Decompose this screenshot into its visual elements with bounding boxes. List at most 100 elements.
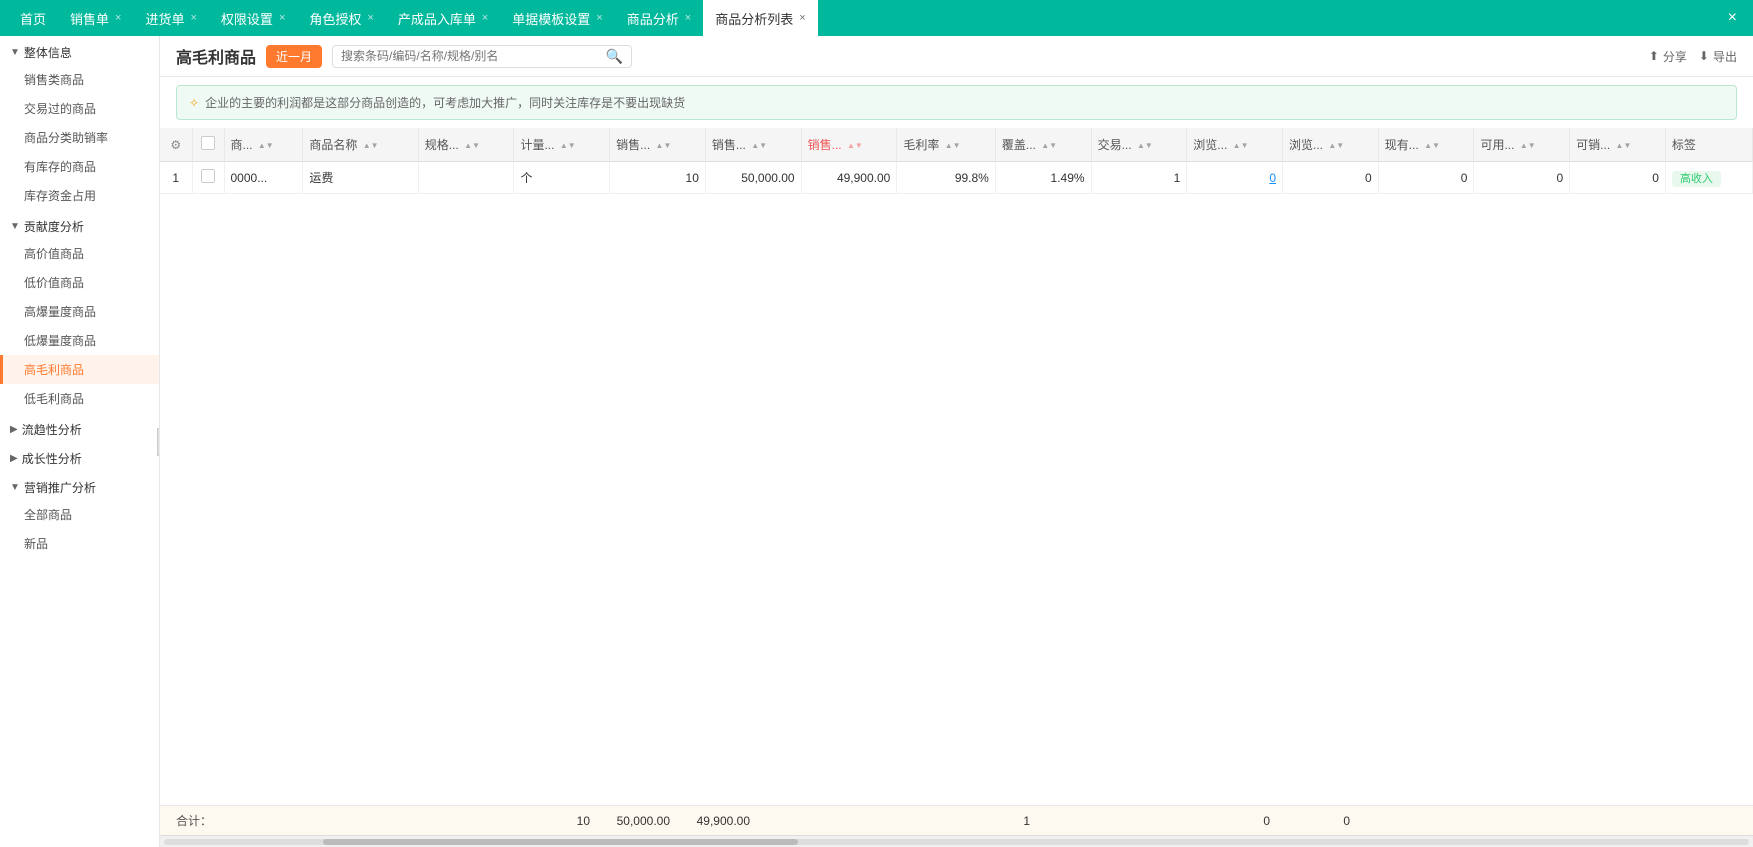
th-settings[interactable]: ⚙ (160, 128, 192, 162)
sort-icon-10[interactable]: ▲▼ (1137, 141, 1153, 150)
th-current-stock[interactable]: 现有... ▲▼ (1378, 128, 1474, 162)
header-actions: ⬆ 分享 ⬇ 导出 (1649, 48, 1737, 65)
nav-analysis-list[interactable]: 商品分析列表 × (703, 0, 817, 36)
search-input[interactable] (341, 49, 606, 63)
th-trade[interactable]: 交易... ▲▼ (1091, 128, 1187, 162)
sort-icon-5[interactable]: ▲▼ (656, 141, 672, 150)
nav-production[interactable]: 产成品入库单 × (386, 0, 500, 36)
nav-role-close[interactable]: × (367, 12, 373, 24)
sidebar-item-sales-goods[interactable]: 销售类商品 (0, 65, 159, 94)
sidebar-group-growth[interactable]: ▶ 成长性分析 (0, 442, 159, 471)
sort-icon-6[interactable]: ▲▼ (751, 141, 767, 150)
scrollbar-thumb[interactable] (323, 839, 799, 845)
td-sales-profit: 49,900.00 (801, 162, 897, 194)
chevron-down-icon: ▼ (10, 47, 20, 58)
td-tag: 高收入 (1665, 162, 1752, 194)
nav-sales-close[interactable]: × (115, 12, 121, 24)
th-browse2[interactable]: 浏览... ▲▼ (1283, 128, 1379, 162)
top-navbar: 首页 销售单 × 进货单 × 权限设置 × 角色授权 × 产成品入库单 × 单据… (0, 0, 1753, 36)
th-name[interactable]: 商品名称 ▲▼ (303, 128, 418, 162)
sidebar-item-traded-goods[interactable]: 交易过的商品 (0, 94, 159, 123)
th-unit[interactable]: 计量... ▲▼ (514, 128, 610, 162)
export-icon: ⬇ (1699, 49, 1709, 63)
nav-analysis-close[interactable]: × (685, 12, 691, 24)
sidebar-group-marketing[interactable]: ▼ 营销推广分析 (0, 471, 159, 500)
settings-icon[interactable]: ⚙ (170, 138, 181, 152)
nav-permission[interactable]: 权限设置 × (209, 0, 297, 36)
sort-icon-8[interactable]: ▲▼ (945, 141, 961, 150)
sidebar-item-stocked-goods[interactable]: 有库存的商品 (0, 152, 159, 181)
th-sales-profit[interactable]: 销售... ▲▼ (801, 128, 897, 162)
sidebar-item-stock-capital[interactable]: 库存资金占用 (0, 181, 159, 210)
td-browse1[interactable]: 0 (1187, 162, 1283, 194)
sort-icon-7[interactable]: ▲▼ (847, 141, 863, 150)
window-close-button[interactable]: × (1720, 9, 1745, 27)
th-sales-amount[interactable]: 销售... ▲▼ (705, 128, 801, 162)
sort-icon-14[interactable]: ▲▼ (1520, 141, 1536, 150)
filter-recent-month-button[interactable]: 近一月 (266, 45, 322, 68)
search-box: 🔍 (332, 45, 632, 68)
browse1-link[interactable]: 0 (1269, 171, 1276, 185)
nav-role[interactable]: 角色授权 × (297, 0, 385, 36)
sidebar-item-low-margin[interactable]: 低毛利商品 (0, 384, 159, 413)
td-checkbox[interactable] (192, 162, 224, 194)
sidebar-item-high-value[interactable]: 高价值商品 (0, 239, 159, 268)
nav-purchase[interactable]: 进货单 × (133, 0, 208, 36)
td-gross-rate: 99.8% (897, 162, 996, 194)
th-gross-rate[interactable]: 毛利率 ▲▼ (897, 128, 996, 162)
chevron-down-icon-3: ▼ (10, 482, 20, 493)
sort-icon-4[interactable]: ▲▼ (560, 141, 576, 150)
sidebar-item-low-explosion[interactable]: 低爆量度商品 (0, 326, 159, 355)
th-code[interactable]: 商... ▲▼ (224, 128, 303, 162)
sidebar-item-high-margin[interactable]: 高毛利商品 (0, 355, 159, 384)
scrollbar-track[interactable] (164, 839, 1749, 845)
nav-purchase-close[interactable]: × (190, 12, 196, 24)
th-browse1[interactable]: 浏览... ▲▼ (1187, 128, 1283, 162)
sidebar-group-overall[interactable]: ▼ 整体信息 (0, 36, 159, 65)
footer-cells: 10 50,000.00 49,900.00 1 0 0 (236, 814, 1737, 828)
th-spec[interactable]: 规格... ▲▼ (418, 128, 514, 162)
sort-icon-11[interactable]: ▲▼ (1233, 141, 1249, 150)
sidebar-item-all-goods[interactable]: 全部商品 (0, 500, 159, 529)
nav-sales[interactable]: 销售单 × (58, 0, 133, 36)
sidebar-group-trend[interactable]: ▶ 流趋性分析 (0, 413, 159, 442)
nav-analysis[interactable]: 商品分析 × (615, 0, 703, 36)
sidebar-item-category-rate[interactable]: 商品分类助销率 (0, 123, 159, 152)
sidebar-group-contribution[interactable]: ▼ 贡献度分析 (0, 210, 159, 239)
horizontal-scrollbar[interactable] (160, 835, 1753, 847)
sidebar-item-high-explosion[interactable]: 高爆量度商品 (0, 297, 159, 326)
footer-sales-profit: 49,900.00 (676, 814, 756, 828)
content-header: 高毛利商品 近一月 🔍 ⬆ 分享 ⬇ 导出 (160, 36, 1753, 77)
sidebar-item-new-goods[interactable]: 新品 (0, 529, 159, 558)
row-checkbox[interactable] (201, 169, 215, 183)
nav-permission-close[interactable]: × (279, 12, 285, 24)
table-header-row: ⚙ 商... ▲▼ 商品名称 ▲▼ (160, 128, 1753, 162)
search-icon[interactable]: 🔍 (606, 48, 623, 65)
sidebar-collapse-button[interactable]: « (157, 428, 160, 456)
share-button[interactable]: ⬆ 分享 (1649, 48, 1687, 65)
sort-icon-12[interactable]: ▲▼ (1328, 141, 1344, 150)
th-tag[interactable]: 标签 (1665, 128, 1752, 162)
export-button[interactable]: ⬇ 导出 (1699, 48, 1737, 65)
sort-icon[interactable]: ▲▼ (258, 141, 274, 150)
table-wrapper[interactable]: ⚙ 商... ▲▼ 商品名称 ▲▼ (160, 128, 1753, 805)
footer-sales-amount: 50,000.00 (596, 814, 676, 828)
nav-analysis-list-close[interactable]: × (799, 12, 805, 24)
nav-production-close[interactable]: × (482, 12, 488, 24)
th-coverage[interactable]: 覆盖... ▲▼ (995, 128, 1091, 162)
th-check[interactable] (192, 128, 224, 162)
sort-icon-13[interactable]: ▲▼ (1424, 141, 1440, 150)
sort-icon-2[interactable]: ▲▼ (363, 141, 379, 150)
sort-icon-9[interactable]: ▲▼ (1041, 141, 1057, 150)
nav-template[interactable]: 单据模板设置 × (500, 0, 614, 36)
th-saleable[interactable]: 可销... ▲▼ (1570, 128, 1666, 162)
select-all-checkbox[interactable] (201, 136, 215, 150)
sort-icon-15[interactable]: ▲▼ (1616, 141, 1632, 150)
th-available[interactable]: 可用... ▲▼ (1474, 128, 1570, 162)
th-sales-qty[interactable]: 销售... ▲▼ (610, 128, 706, 162)
nav-home[interactable]: 首页 (8, 0, 58, 36)
chevron-down-icon-2: ▼ (10, 221, 20, 232)
nav-template-close[interactable]: × (596, 12, 602, 24)
sort-icon-3[interactable]: ▲▼ (464, 141, 480, 150)
sidebar-item-low-value[interactable]: 低价值商品 (0, 268, 159, 297)
